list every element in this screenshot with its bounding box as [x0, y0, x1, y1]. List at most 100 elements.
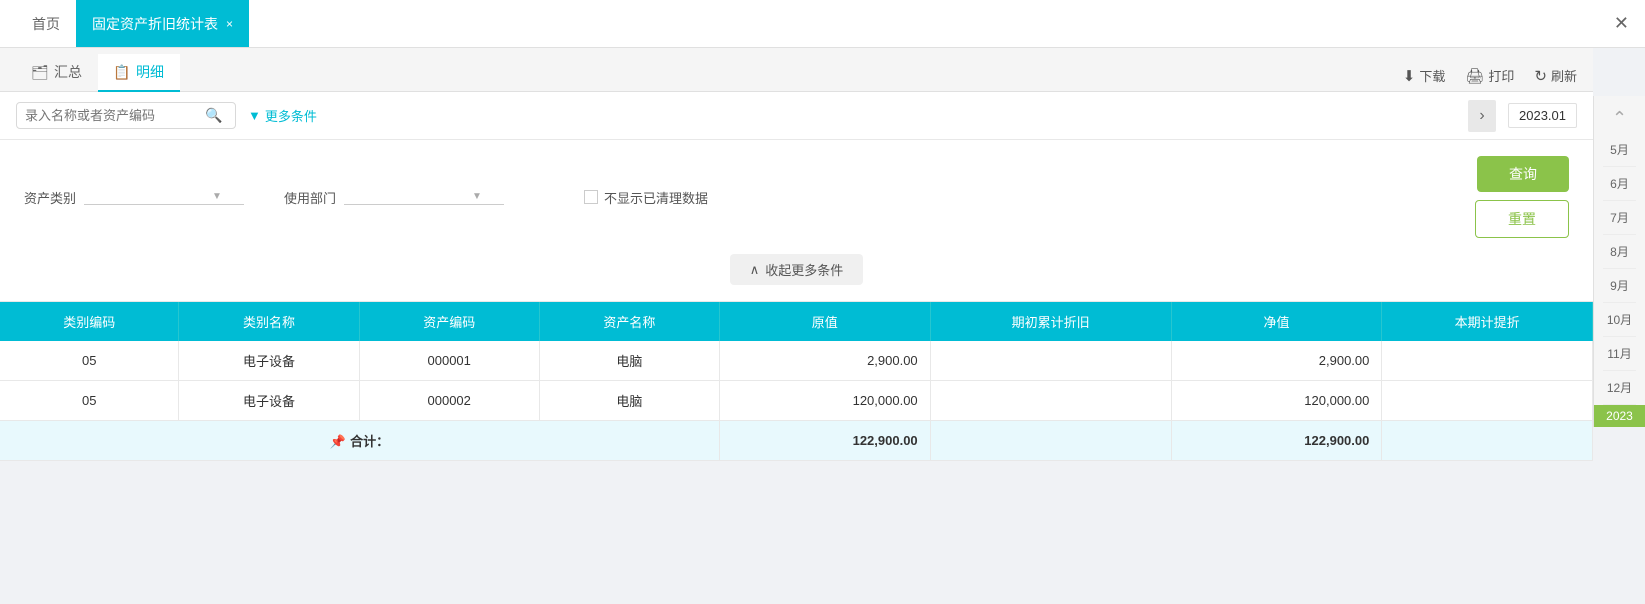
total-row: 📌合计： 122,900.00 122,900.00 [0, 421, 1593, 461]
cell-asset-name: 电脑 [539, 341, 719, 381]
table-row: 05 电子设备 000002 电脑 120,000.00 120,000.00 [0, 381, 1593, 421]
search-input[interactable] [25, 108, 205, 123]
col-header-net-value: 净值 [1171, 302, 1382, 341]
month-item[interactable]: 12月 [1603, 371, 1636, 405]
total-initial-depreciation [930, 421, 1171, 461]
filter-row: 资产类别 ▼ 使用部门 ▼ 不显示已清理数据 [24, 156, 1569, 238]
table-wrap: 类别编码 类别名称 资产编码 资产名称 原值 期初累计折旧 净值 本期计提折 0… [0, 302, 1593, 461]
active-tab[interactable]: 固定资产折旧统计表 × [76, 0, 249, 47]
col-header-asset-name: 资产名称 [539, 302, 719, 341]
cell-category-code: 05 [0, 341, 179, 381]
col-header-category-code: 类别编码 [0, 302, 179, 341]
print-icon: 🖨 [1465, 67, 1484, 85]
hide-cleared-checkbox[interactable] [584, 190, 598, 204]
col-header-asset-code: 资产编码 [359, 302, 539, 341]
search-input-wrap[interactable]: 🔍 [16, 102, 236, 129]
month-panel: ⌃ 5月6月7月8月9月10月11月12月 2023 [1593, 96, 1645, 427]
tab-close-icon[interactable]: × [226, 17, 233, 31]
refresh-button[interactable]: ↻ 刷新 [1534, 66, 1577, 85]
month-item[interactable]: 9月 [1603, 269, 1636, 303]
cell-asset-code: 000002 [359, 381, 539, 421]
query-button[interactable]: 查询 [1477, 156, 1569, 192]
main-content: 🗂 汇总 📋 明细 ⬇ 下载 🖨 打印 ↻ 刷新 [0, 48, 1593, 461]
total-net-value: 122,900.00 [1171, 421, 1382, 461]
print-button[interactable]: 🖨 打印 [1465, 66, 1514, 85]
month-item[interactable]: 8月 [1603, 235, 1636, 269]
cell-initial-depreciation [930, 381, 1171, 421]
data-table: 类别编码 类别名称 资产编码 资产名称 原值 期初累计折旧 净值 本期计提折 0… [0, 302, 1593, 461]
cell-category-name: 电子设备 [179, 341, 359, 381]
more-filter-button[interactable]: ▼ 更多条件 [248, 106, 317, 125]
cell-asset-name: 电脑 [539, 381, 719, 421]
table-header: 类别编码 类别名称 资产编码 资产名称 原值 期初累计折旧 净值 本期计提折 [0, 302, 1593, 341]
tab-summary[interactable]: 🗂 汇总 [16, 54, 98, 92]
table-body: 05 电子设备 000001 电脑 2,900.00 2,900.00 05 电… [0, 341, 1593, 461]
collapse-button[interactable]: ∧ 收起更多条件 [730, 254, 864, 285]
cell-current-depreciation [1382, 341, 1593, 381]
year-badge[interactable]: 2023 [1594, 405, 1645, 427]
cell-original-value: 2,900.00 [719, 341, 930, 381]
col-header-category-name: 类别名称 [179, 302, 359, 341]
col-header-original-value: 原值 [719, 302, 930, 341]
cell-net-value: 120,000.00 [1171, 381, 1382, 421]
toolbar-right: ⬇ 下载 🖨 打印 ↻ 刷新 [1403, 66, 1577, 91]
month-item[interactable]: 6月 [1603, 167, 1636, 201]
category-dropdown-icon: ▼ [212, 191, 222, 202]
search-bar: 🔍 ▼ 更多条件 › 2023.01 [0, 92, 1593, 140]
filter-icon: ▼ [248, 108, 261, 123]
tab-detail[interactable]: 📋 明细 [98, 54, 180, 92]
tab-label: 固定资产折旧统计表 [92, 14, 218, 34]
asset-category-field: 资产类别 ▼ [24, 188, 244, 207]
hide-cleared-label: 不显示已清理数据 [604, 188, 708, 207]
refresh-icon: ↻ [1534, 67, 1547, 85]
sub-tabs-bar: 🗂 汇总 📋 明细 ⬇ 下载 🖨 打印 ↻ 刷新 [0, 48, 1593, 92]
total-label: 📌合计： [0, 421, 719, 461]
date-label: 2023.01 [1508, 103, 1577, 128]
filter-label: 更多条件 [265, 106, 317, 125]
top-nav: 首页 固定资产折旧统计表 × ✕ [0, 0, 1645, 48]
download-button[interactable]: ⬇ 下载 [1403, 66, 1446, 85]
month-item[interactable]: 5月 [1603, 133, 1636, 167]
home-tab[interactable]: 首页 [16, 0, 76, 47]
total-icon: 📌 [330, 434, 346, 449]
department-select[interactable]: ▼ [344, 189, 504, 205]
total-original-value: 122,900.00 [719, 421, 930, 461]
month-list: 5月6月7月8月9月10月11月12月 [1603, 133, 1636, 405]
btn-area: 查询 重置 [1475, 156, 1569, 238]
col-header-initial-depreciation: 期初累计折旧 [930, 302, 1171, 341]
month-item[interactable]: 10月 [1603, 303, 1636, 337]
cell-original-value: 120,000.00 [719, 381, 930, 421]
asset-category-label: 资产类别 [24, 188, 76, 207]
tab-detail-label: 明细 [136, 62, 164, 82]
cell-net-value: 2,900.00 [1171, 341, 1382, 381]
download-label: 下载 [1419, 66, 1445, 85]
window-close-button[interactable]: ✕ [1614, 13, 1629, 34]
asset-category-select[interactable]: ▼ [84, 189, 244, 205]
cell-current-depreciation [1382, 381, 1593, 421]
summary-icon: 🗂 [32, 64, 48, 80]
cell-asset-code: 000001 [359, 341, 539, 381]
download-icon: ⬇ [1403, 67, 1416, 85]
filter-area: 资产类别 ▼ 使用部门 ▼ 不显示已清理数据 [0, 140, 1593, 302]
side-panel-arrow[interactable]: › [1468, 100, 1496, 132]
department-dropdown-icon: ▼ [472, 191, 482, 202]
reset-button[interactable]: 重置 [1475, 200, 1569, 238]
collapse-label: 收起更多条件 [765, 260, 843, 279]
search-icon: 🔍 [205, 107, 222, 124]
col-header-current-depreciation: 本期计提折 [1382, 302, 1593, 341]
hide-cleared-field: 不显示已清理数据 [584, 188, 708, 207]
print-label: 打印 [1488, 66, 1514, 85]
detail-icon: 📋 [114, 64, 130, 80]
collapse-icon: ∧ [750, 262, 760, 278]
cell-category-code: 05 [0, 381, 179, 421]
month-item[interactable]: 7月 [1603, 201, 1636, 235]
month-item[interactable]: 11月 [1603, 337, 1636, 371]
cell-initial-depreciation [930, 341, 1171, 381]
table-row: 05 电子设备 000001 电脑 2,900.00 2,900.00 [0, 341, 1593, 381]
department-label: 使用部门 [284, 188, 336, 207]
tab-summary-label: 汇总 [54, 62, 82, 82]
month-scroll-up[interactable]: ⌃ [1608, 104, 1631, 133]
refresh-label: 刷新 [1551, 66, 1577, 85]
total-current-depreciation [1382, 421, 1593, 461]
department-field: 使用部门 ▼ [284, 188, 504, 207]
